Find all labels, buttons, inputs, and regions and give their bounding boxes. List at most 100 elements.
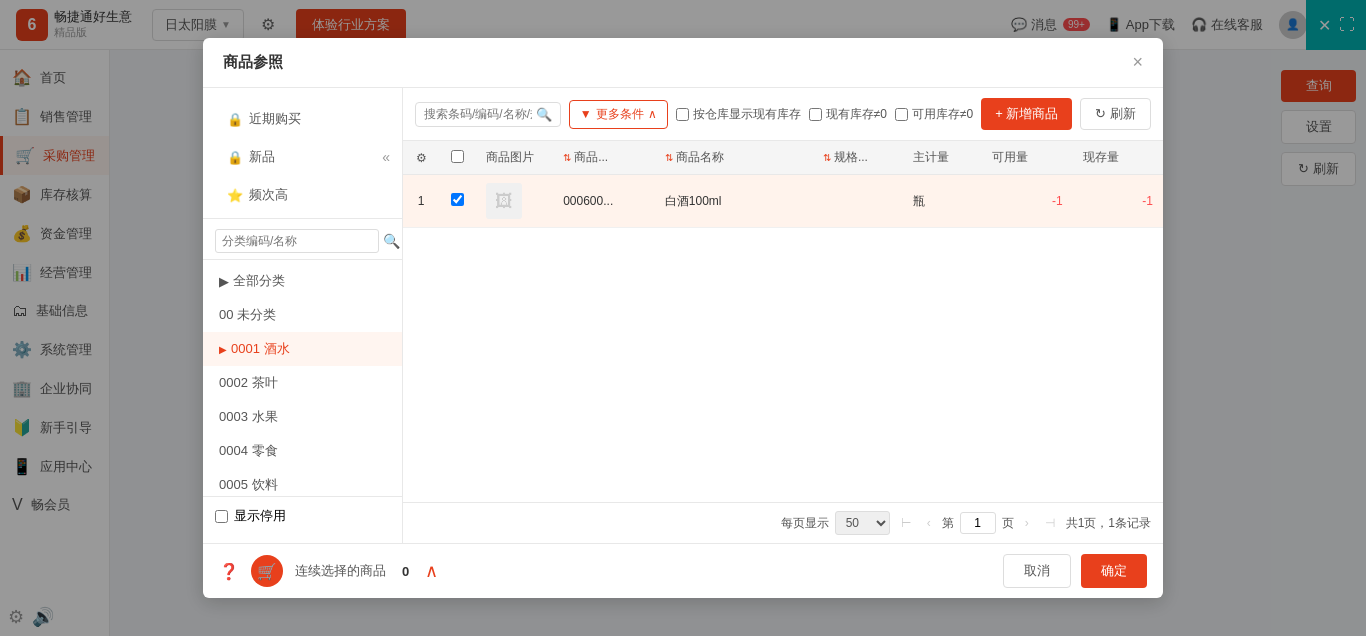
modal-footer: ❓ 🛒 连续选择的商品 0 ∧ 取消 确定 (203, 543, 1163, 598)
th-product-image: 商品图片 (476, 141, 553, 175)
filter-bar: 🔍 ▼ 更多条件 ∧ 按仓库显示现有库存 现有库存≠0 (403, 88, 1163, 141)
last-page-button[interactable]: ⊣ (1040, 514, 1060, 532)
col-settings-icon[interactable]: ⚙ (416, 151, 427, 165)
cat-0005-label: 0005 饮料 (219, 476, 278, 494)
cat-0002-label: 0002 茶叶 (219, 374, 278, 392)
panel-footer: 显示停用 (203, 496, 402, 535)
modal-header: 商品参照 × (203, 38, 1163, 88)
per-page-select[interactable]: 50 100 (835, 511, 890, 535)
product-table-wrapper: ⚙ 商品图片 (403, 141, 1163, 502)
category-search-icon[interactable]: 🔍 (383, 233, 400, 249)
product-search-box: 🔍 (415, 102, 561, 127)
row-stock-cell: -1 (1073, 175, 1163, 228)
filter-icon: ▼ (580, 107, 592, 121)
row-checkbox[interactable] (451, 193, 464, 206)
refresh-button[interactable]: ↻ 刷新 (1080, 98, 1151, 130)
total-records-label: 共1页，1条记录 (1066, 515, 1151, 532)
frequent-item[interactable]: ⭐ 频次高 (215, 178, 313, 212)
product-reference-modal: 商品参照 × 🔒 近期购买 🔒 新品 (203, 38, 1163, 598)
show-disabled-label: 显示停用 (234, 507, 286, 525)
prev-page-button[interactable]: ‹ (922, 514, 936, 532)
cart-label: 连续选择的商品 (295, 562, 386, 580)
show-disabled-checkbox[interactable] (215, 510, 228, 523)
collapse-footer-icon[interactable]: ∧ (425, 560, 438, 582)
category-item-0005[interactable]: 0005 饮料 (203, 468, 402, 496)
th-product-name: ⇅ 商品名称 (655, 141, 813, 175)
modal-body: 🔒 近期购买 🔒 新品 ⭐ 频次高 « (203, 88, 1163, 543)
category-list: ▶ 全部分类 00 未分类 ▶ 0001 酒水 0002 茶叶 0003 水果 (203, 260, 402, 496)
product-stock: -1 (1142, 194, 1153, 208)
product-code: 000600... (563, 194, 613, 208)
more-conditions-button[interactable]: ▼ 更多条件 ∧ (569, 100, 668, 129)
th-spec: ⇅ 规格... (813, 141, 903, 175)
first-page-button[interactable]: ⊢ (896, 514, 916, 532)
existing-stock-label: 现有库存≠0 (826, 106, 887, 123)
panel-top: 🔒 近期购买 🔒 新品 ⭐ 频次高 « (203, 96, 402, 219)
modal-overlay: 商品参照 × 🔒 近期购买 🔒 新品 (0, 0, 1366, 636)
page-suffix-label: 页 (1002, 515, 1014, 532)
category-item-00[interactable]: 00 未分类 (203, 298, 402, 332)
filter-action-buttons: + 新增商品 ↻ 刷新 (981, 98, 1151, 130)
row-spec-cell (813, 175, 903, 228)
collapse-panel-button[interactable]: « (382, 149, 390, 165)
product-search-input[interactable] (424, 107, 532, 121)
modal-title: 商品参照 (223, 53, 283, 72)
th-settings: ⚙ (403, 141, 439, 175)
product-name: 白酒100ml (665, 194, 722, 208)
cart-icon[interactable]: 🛒 (251, 555, 283, 587)
cat-0001-label: 0001 酒水 (231, 340, 290, 358)
available-stock-checkbox[interactable] (895, 108, 908, 121)
cat-0003-label: 0003 水果 (219, 408, 278, 426)
category-item-0003[interactable]: 0003 水果 (203, 400, 402, 434)
category-search-input[interactable] (215, 229, 379, 253)
all-category-item[interactable]: ▶ 全部分类 (203, 264, 402, 298)
confirm-button[interactable]: 确定 (1081, 554, 1147, 588)
help-icon[interactable]: ❓ (219, 562, 239, 581)
row-code-cell: 000600... (553, 175, 655, 228)
cancel-button[interactable]: 取消 (1003, 554, 1071, 588)
existing-stock-checkbox-label[interactable]: 现有库存≠0 (809, 106, 887, 123)
chevron-up-icon: ∧ (648, 107, 657, 121)
select-all-checkbox[interactable] (451, 150, 464, 163)
row-name-cell: 白酒100ml (655, 175, 813, 228)
page-number-input[interactable] (960, 512, 996, 534)
add-product-button[interactable]: + 新增商品 (981, 98, 1072, 130)
new-items-label: 新品 (249, 148, 275, 166)
product-unit: 瓶 (913, 194, 925, 208)
category-panel: 🔒 近期购买 🔒 新品 ⭐ 频次高 « (203, 88, 403, 543)
modal-close-button[interactable]: × (1132, 52, 1143, 73)
th-img-label: 商品图片 (486, 149, 534, 166)
show-warehouse-label: 按仓库显示现有库存 (693, 106, 801, 123)
available-stock-checkbox-label[interactable]: 可用库存≠0 (895, 106, 973, 123)
show-warehouse-checkbox-label[interactable]: 按仓库显示现有库存 (676, 106, 801, 123)
show-warehouse-checkbox[interactable] (676, 108, 689, 121)
recent-buy-label: 近期购买 (249, 110, 301, 128)
category-item-0001[interactable]: ▶ 0001 酒水 (203, 332, 402, 366)
search-icon[interactable]: 🔍 (536, 107, 552, 122)
recent-buy-item[interactable]: 🔒 近期购买 (215, 102, 313, 136)
product-table: ⚙ 商品图片 (403, 141, 1163, 228)
category-item-0002[interactable]: 0002 茶叶 (203, 366, 402, 400)
next-page-button[interactable]: › (1020, 514, 1034, 532)
product-image: 🖼 (486, 183, 522, 219)
cart-count: 0 (402, 564, 409, 579)
row-checkbox-cell (439, 175, 476, 228)
category-item-0004[interactable]: 0004 零食 (203, 434, 402, 468)
new-items-item[interactable]: 🔒 新品 (215, 140, 313, 174)
th-unit-label: 主计量 (913, 149, 949, 166)
sort-spec-icon: ⇅ (823, 152, 831, 163)
per-page-label: 每页显示 (781, 515, 829, 532)
more-conditions-label: 更多条件 (596, 106, 644, 123)
cat-0004-label: 0004 零食 (219, 442, 278, 460)
cat-0001-arrow: ▶ (219, 344, 227, 355)
row-unit-cell: 瓶 (903, 175, 982, 228)
th-available: 可用量 (982, 141, 1072, 175)
page-text-label: 第 (942, 515, 954, 532)
th-checkbox (439, 141, 476, 175)
product-list-panel: 🔍 ▼ 更多条件 ∧ 按仓库显示现有库存 现有库存≠0 (403, 88, 1163, 543)
existing-stock-checkbox[interactable] (809, 108, 822, 121)
all-category-arrow: ▶ (219, 274, 229, 289)
table-row[interactable]: 1 🖼 000600... (403, 175, 1163, 228)
sort-name-icon: ⇅ (665, 152, 673, 163)
th-stock-label: 现存量 (1083, 149, 1119, 166)
